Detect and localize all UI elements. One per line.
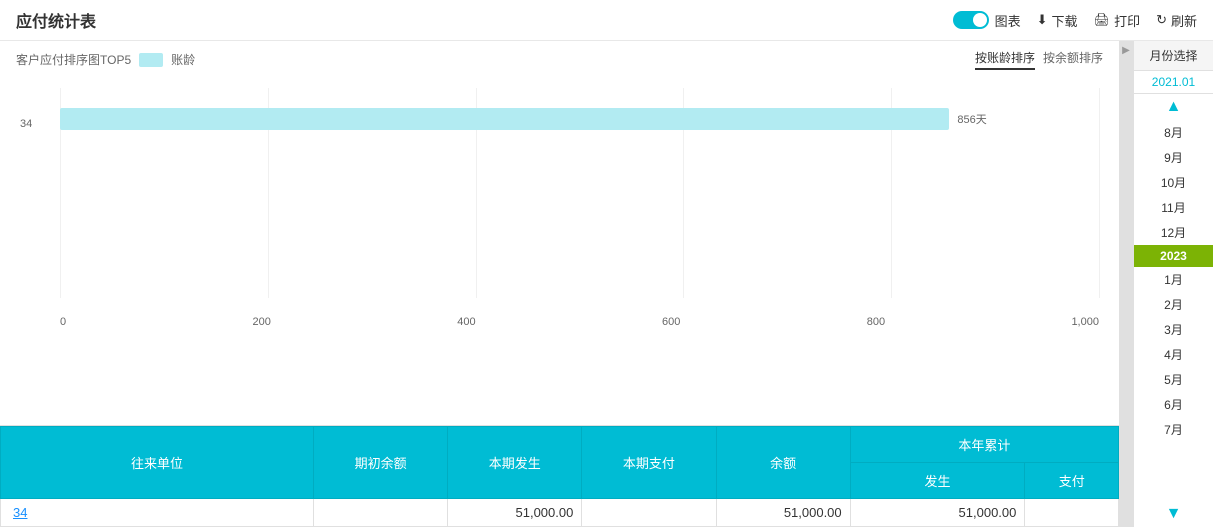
chart-toggle-wrap: 图表: [953, 11, 1021, 30]
sidebar-month-item[interactable]: 3月: [1134, 317, 1213, 342]
sidebar-month-item[interactable]: 2023: [1134, 245, 1213, 267]
row-period-pay: [582, 499, 716, 527]
sidebar-nav: ▲ 8月9月10月11月12月20231月2月3月4月5月6月7月 ▼: [1134, 94, 1213, 527]
download-icon: ⬇: [1037, 12, 1048, 28]
chart-inner: 34 856天 0 200 400 600 800 1,000: [60, 88, 1099, 328]
sidebar-up-button[interactable]: ▲: [1134, 94, 1213, 120]
sidebar-month-item[interactable]: 9月: [1134, 145, 1213, 170]
sidebar-month-item[interactable]: 4月: [1134, 342, 1213, 367]
x-tick-0: 0: [60, 316, 66, 328]
sort-tabs: 按账龄排序 按余额排序: [975, 49, 1103, 70]
sidebar-header: 月份选择: [1134, 41, 1213, 71]
refresh-icon: ↻: [1156, 12, 1167, 28]
th-ytd-occur: 发生: [850, 463, 1025, 499]
sidebar-month-item[interactable]: 5月: [1134, 367, 1213, 392]
th-ytd-pay: 支付: [1025, 463, 1119, 499]
download-button[interactable]: ⬇ 下载: [1037, 11, 1078, 30]
bar-chart-area: 34 856天 0 200 400 600 800 1,000: [0, 78, 1119, 425]
main-content: 客户应付排序图TOP5 账龄 按账龄排序 按余额排序: [0, 41, 1213, 527]
th-balance: 余额: [716, 427, 850, 499]
row-ytd-pay: [1025, 499, 1119, 527]
chart-legend: 客户应付排序图TOP5 账龄: [16, 51, 195, 68]
print-button[interactable]: 🖨 打印: [1094, 11, 1141, 30]
grid-line-1000: [1099, 88, 1100, 298]
th-period-occur: 本期发生: [448, 427, 582, 499]
x-tick-1000: 1,000: [1071, 316, 1099, 328]
bar-row: 856天: [60, 108, 1099, 130]
x-tick-800: 800: [867, 316, 885, 328]
th-period-pay: 本期支付: [582, 427, 716, 499]
y-label: 34: [20, 118, 32, 130]
sidebar-month-item[interactable]: 6月: [1134, 392, 1213, 417]
th-from: 往来单位: [1, 427, 314, 499]
chart-toggle[interactable]: [953, 11, 989, 29]
page-title: 应付统计表: [16, 8, 953, 32]
sidebar-month-item[interactable]: 8月: [1134, 120, 1213, 145]
sidebar-months: 8月9月10月11月12月20231月2月3月4月5月6月7月: [1134, 120, 1213, 501]
x-tick-400: 400: [457, 316, 475, 328]
x-axis: 0 200 400 600 800 1,000: [60, 316, 1099, 328]
row-ytd-occur: 51,000.00: [850, 499, 1025, 527]
toggle-label: 图表: [995, 11, 1021, 30]
th-opening: 期初余额: [314, 427, 448, 499]
refresh-button[interactable]: ↻ 刷新: [1156, 11, 1197, 30]
sidebar-month-item[interactable]: 2月: [1134, 292, 1213, 317]
sidebar-month-item[interactable]: 12月: [1134, 220, 1213, 245]
sidebar-current[interactable]: 2021.01: [1134, 71, 1213, 94]
data-table: 往来单位 期初余额 本期发生 本期支付 余额 本年累计 发生 支付: [0, 426, 1119, 527]
legend-label: 客户应付排序图TOP5: [16, 51, 131, 68]
header-actions: 图表 ⬇ 下载 🖨 打印 ↻ 刷新: [953, 11, 1197, 30]
sidebar: 月份选择 2021.01 ▲ 8月9月10月11月12月20231月2月3月4月…: [1133, 41, 1213, 527]
row-from[interactable]: 34: [1, 499, 314, 527]
print-icon: 🖨: [1094, 12, 1111, 28]
row-opening: [314, 499, 448, 527]
legend-box-label: 账龄: [171, 51, 195, 68]
sidebar-month-item[interactable]: 7月: [1134, 417, 1213, 442]
row-balance: 51,000.00: [716, 499, 850, 527]
row-period-occur: 51,000.00: [448, 499, 582, 527]
table-section: 往来单位 期初余额 本期发生 本期支付 余额 本年累计 发生 支付: [0, 425, 1119, 527]
sidebar-month-item[interactable]: 11月: [1134, 195, 1213, 220]
legend-box: [139, 53, 163, 67]
chart-header: 客户应付排序图TOP5 账龄 按账龄排序 按余额排序: [0, 41, 1119, 78]
sidebar-month-item[interactable]: 10月: [1134, 170, 1213, 195]
bar-fill: [60, 108, 949, 130]
x-tick-600: 600: [662, 316, 680, 328]
chart-section: 客户应付排序图TOP5 账龄 按账龄排序 按余额排序: [0, 41, 1119, 527]
sort-tab-balance[interactable]: 按余额排序: [1043, 49, 1103, 70]
app-header: 应付统计表 图表 ⬇ 下载 🖨 打印 ↻ 刷新: [0, 0, 1213, 41]
x-tick-200: 200: [253, 316, 271, 328]
th-ytd: 本年累计: [850, 427, 1118, 463]
sidebar-divider[interactable]: ▶: [1119, 41, 1133, 527]
sidebar-month-item[interactable]: 1月: [1134, 267, 1213, 292]
table-row: 34 51,000.00 51,000.00 51,000.00: [1, 499, 1119, 527]
sort-tab-age[interactable]: 按账龄排序: [975, 49, 1035, 70]
sidebar-down-button[interactable]: ▼: [1134, 501, 1213, 527]
bar-end-label: 856天: [957, 111, 986, 127]
divider-arrow-icon: ▶: [1122, 45, 1130, 56]
